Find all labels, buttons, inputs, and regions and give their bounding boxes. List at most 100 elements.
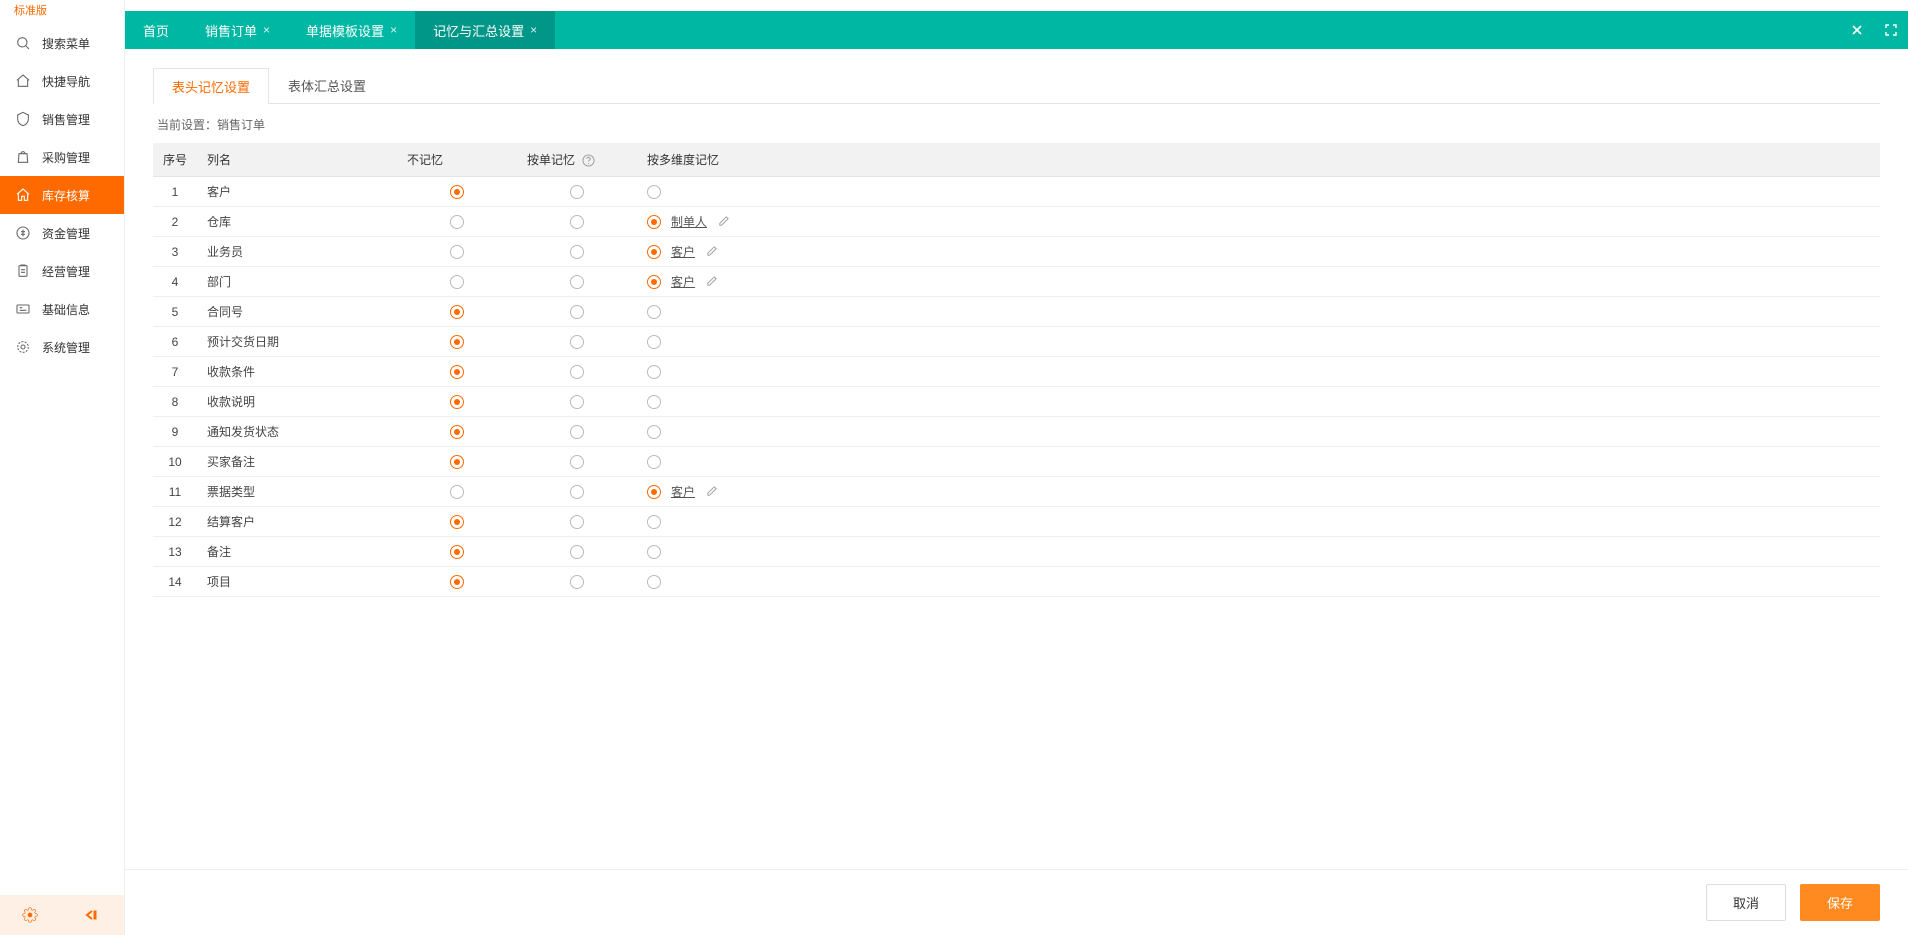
radio-by-multi[interactable] [647, 245, 661, 259]
radio-by-bill[interactable] [570, 455, 584, 469]
radio-by-bill[interactable] [570, 485, 584, 499]
badge-icon [14, 110, 32, 128]
edit-icon[interactable] [717, 215, 730, 228]
tab-close-icon[interactable]: × [263, 23, 270, 37]
radio-no-memory[interactable] [450, 395, 464, 409]
collapse-sidebar-icon[interactable] [60, 909, 124, 921]
radio-no-memory[interactable] [450, 275, 464, 289]
settings-icon[interactable] [0, 907, 60, 923]
sidebar-item-2[interactable]: 销售管理 [0, 100, 124, 138]
home-icon [14, 72, 32, 90]
fullscreen-icon[interactable] [1874, 23, 1908, 37]
edit-icon[interactable] [705, 485, 718, 498]
radio-by-multi[interactable] [647, 215, 661, 229]
edit-icon[interactable] [705, 275, 718, 288]
radio-by-bill[interactable] [570, 545, 584, 559]
radio-by-bill[interactable] [570, 365, 584, 379]
cell-seq: 7 [153, 357, 197, 387]
sidebar-item-1[interactable]: 快捷导航 [0, 62, 124, 100]
th-name: 列名 [197, 143, 397, 177]
clipboard-icon [14, 262, 32, 280]
sidebar-item-5[interactable]: 资金管理 [0, 214, 124, 252]
radio-no-memory[interactable] [450, 545, 464, 559]
table-row: 11票据类型客户 [153, 477, 1880, 507]
sidebar-item-7[interactable]: 基础信息 [0, 290, 124, 328]
radio-by-multi[interactable] [647, 425, 661, 439]
sidebar-item-4[interactable]: 库存核算 [0, 176, 124, 214]
radio-no-memory[interactable] [450, 185, 464, 199]
radio-no-memory[interactable] [450, 245, 464, 259]
sidebar-item-3[interactable]: 采购管理 [0, 138, 124, 176]
multi-dimension-link[interactable]: 客户 [671, 273, 695, 290]
current-setting: 当前设置：销售订单 [153, 104, 1880, 143]
radio-no-memory[interactable] [450, 365, 464, 379]
cell-seq: 5 [153, 297, 197, 327]
cancel-button[interactable]: 取消 [1706, 884, 1786, 921]
th-no-memory: 不记忆 [397, 143, 517, 177]
sidebar-item-8[interactable]: 系统管理 [0, 328, 124, 366]
radio-by-multi[interactable] [647, 575, 661, 589]
table-row: 3业务员客户 [153, 237, 1880, 267]
table-row: 14项目 [153, 567, 1880, 597]
radio-no-memory[interactable] [450, 455, 464, 469]
table-row: 8收款说明 [153, 387, 1880, 417]
radio-by-multi[interactable] [647, 545, 661, 559]
radio-by-multi[interactable] [647, 515, 661, 529]
radio-by-bill[interactable] [570, 245, 584, 259]
cell-name: 备注 [197, 537, 397, 567]
sidebar-item-label: 销售管理 [42, 111, 90, 128]
radio-no-memory[interactable] [450, 335, 464, 349]
radio-by-multi[interactable] [647, 455, 661, 469]
gearalt-icon [14, 338, 32, 356]
radio-by-bill[interactable] [570, 575, 584, 589]
tab-0[interactable]: 首页 [125, 11, 187, 49]
multi-dimension-link[interactable]: 制单人 [671, 213, 707, 230]
footer: 取消 保存 [125, 869, 1908, 935]
radio-no-memory[interactable] [450, 575, 464, 589]
tab-3[interactable]: 记忆与汇总设置× [415, 11, 555, 49]
sidebar-item-0[interactable]: 搜索菜单 [0, 24, 124, 62]
radio-by-multi[interactable] [647, 275, 661, 289]
radio-by-bill[interactable] [570, 425, 584, 439]
close-all-tabs-icon[interactable] [1840, 23, 1874, 37]
multi-dimension-link[interactable]: 客户 [671, 243, 695, 260]
radio-by-multi[interactable] [647, 305, 661, 319]
edit-icon[interactable] [705, 245, 718, 258]
sidebar-item-6[interactable]: 经营管理 [0, 252, 124, 290]
radio-by-multi[interactable] [647, 335, 661, 349]
tab-2[interactable]: 单据模板设置× [288, 11, 415, 49]
cell-name: 合同号 [197, 297, 397, 327]
radio-by-multi[interactable] [647, 485, 661, 499]
radio-by-bill[interactable] [570, 275, 584, 289]
sidebar-item-label: 资金管理 [42, 225, 90, 242]
inner-tab-1[interactable]: 表体汇总设置 [269, 67, 385, 103]
sidebar-item-label: 系统管理 [42, 339, 90, 356]
radio-no-memory[interactable] [450, 215, 464, 229]
multi-dimension-link[interactable]: 客户 [671, 483, 695, 500]
radio-by-bill[interactable] [570, 335, 584, 349]
help-icon[interactable] [582, 154, 595, 167]
radio-by-multi[interactable] [647, 185, 661, 199]
radio-no-memory[interactable] [450, 425, 464, 439]
inner-tab-0[interactable]: 表头记忆设置 [153, 68, 269, 104]
cell-name: 业务员 [197, 237, 397, 267]
tab-1[interactable]: 销售订单× [187, 11, 288, 49]
cell-name: 预计交货日期 [197, 327, 397, 357]
save-button[interactable]: 保存 [1800, 884, 1880, 921]
radio-no-memory[interactable] [450, 515, 464, 529]
radio-by-bill[interactable] [570, 215, 584, 229]
tab-close-icon[interactable]: × [390, 23, 397, 37]
radio-by-bill[interactable] [570, 515, 584, 529]
cell-seq: 11 [153, 477, 197, 507]
radio-by-bill[interactable] [570, 185, 584, 199]
coin-icon [14, 224, 32, 242]
radio-by-multi[interactable] [647, 365, 661, 379]
radio-no-memory[interactable] [450, 305, 464, 319]
cell-seq: 2 [153, 207, 197, 237]
radio-by-multi[interactable] [647, 395, 661, 409]
tabbar: 首页销售订单×单据模板设置×记忆与汇总设置× [125, 11, 1908, 49]
radio-by-bill[interactable] [570, 305, 584, 319]
tab-close-icon[interactable]: × [530, 23, 537, 37]
radio-no-memory[interactable] [450, 485, 464, 499]
radio-by-bill[interactable] [570, 395, 584, 409]
